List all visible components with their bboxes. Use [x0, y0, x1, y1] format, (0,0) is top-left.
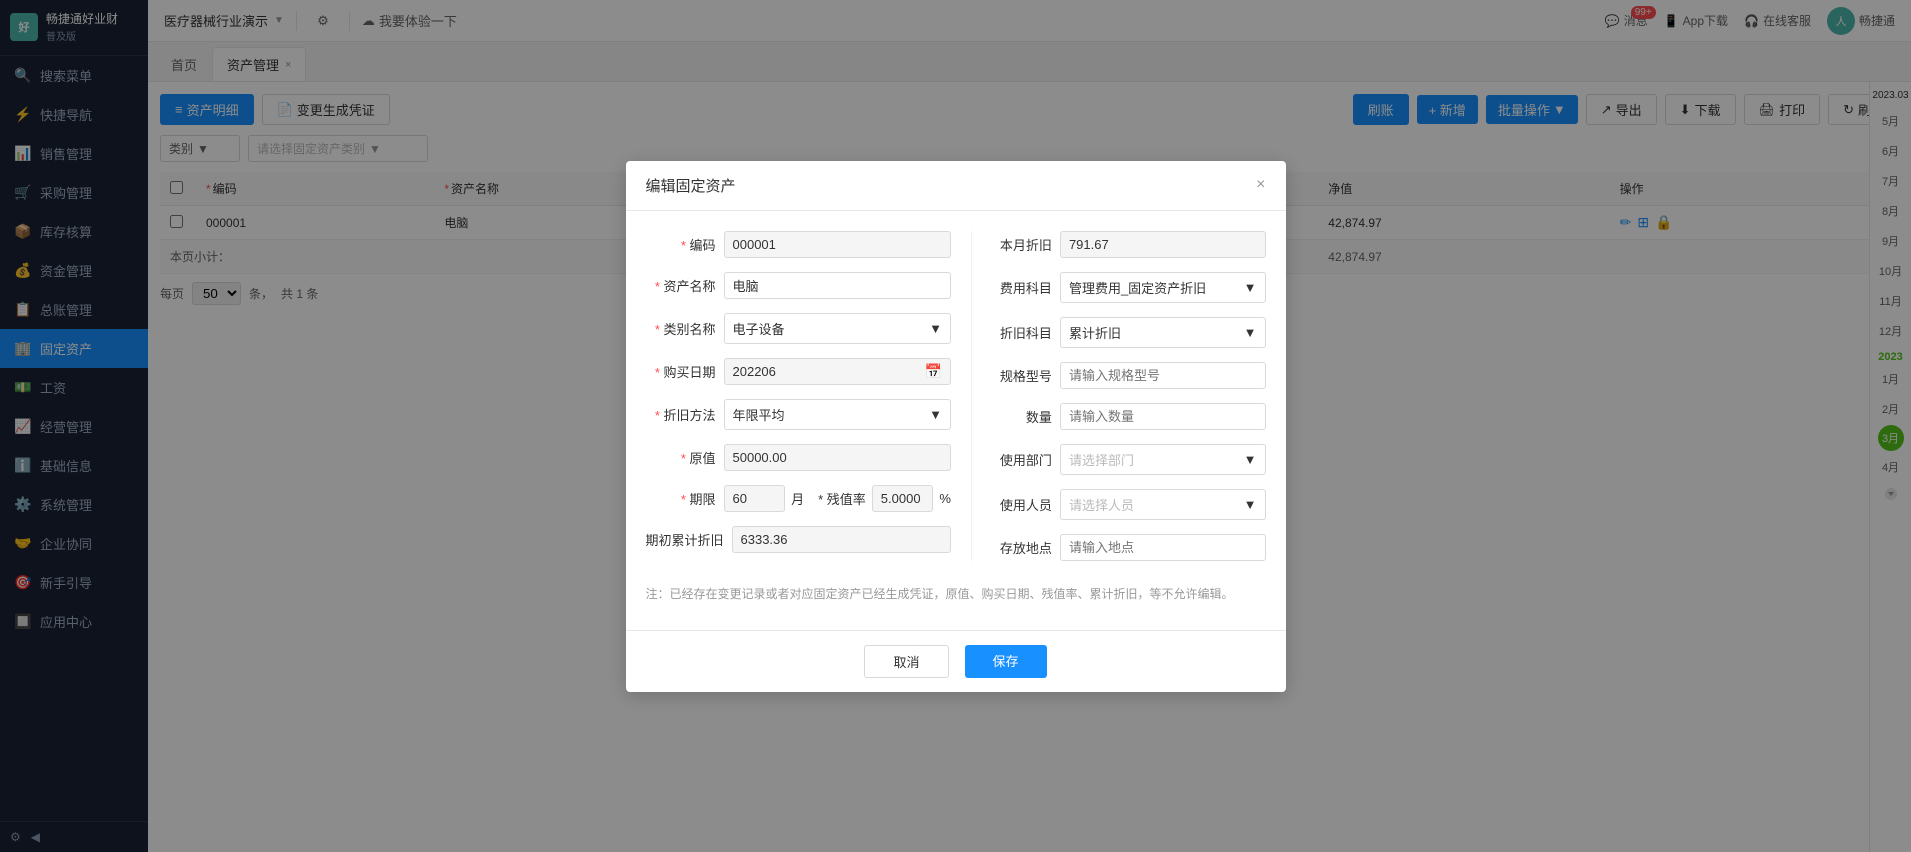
depreciation-method-dropdown[interactable]: 年限平均 ▼ [724, 399, 951, 430]
period-input[interactable] [724, 485, 786, 512]
dialog-footer: 取消 保存 [626, 630, 1286, 692]
purchase-date-label: 购买日期 [646, 362, 716, 381]
original-value-input[interactable] [724, 444, 951, 471]
depreciation-method-label: 折旧方法 [646, 405, 716, 424]
save-button[interactable]: 保存 [965, 645, 1047, 678]
edit-fixed-asset-dialog: 编辑固定资产 × 编码 资产名称 [626, 161, 1286, 692]
form-item-depreciation-subject: 折旧科目 累计折旧 ▼ [992, 317, 1266, 348]
initial-accumulated-input[interactable] [732, 526, 951, 553]
dialog-note: 注：已经存在变更记录或者对应固定资产已经生成凭证，原值、购买日期、残值率、累计折… [646, 577, 1266, 610]
person-dropdown[interactable]: 请选择人员 ▼ [1060, 489, 1266, 520]
form-item-person: 使用人员 请选择人员 ▼ [992, 489, 1266, 520]
form-item-purchase-date: 购买日期 📅 [646, 358, 951, 385]
form-item-original-value: 原值 [646, 444, 951, 471]
chevron-down-icon: ▼ [1244, 452, 1257, 467]
expense-subject-label: 费用科目 [992, 278, 1052, 297]
period-unit: 月 [791, 489, 804, 508]
quantity-label: 数量 [992, 407, 1052, 426]
period-row: 月 * 残值率 % [724, 485, 951, 512]
residual-rate-input[interactable] [872, 485, 934, 512]
current-month-dep-input[interactable] [1060, 231, 1266, 258]
dialog-left-column: 编码 资产名称 类别名称 电子设备 [646, 231, 972, 561]
name-label: 资产名称 [646, 276, 716, 295]
chevron-down-icon: ▼ [1244, 497, 1257, 512]
category-dropdown[interactable]: 电子设备 ▼ [724, 313, 951, 344]
form-item-expense-subject: 费用科目 管理费用_固定资产折旧 ▼ [992, 272, 1266, 303]
department-label: 使用部门 [992, 450, 1052, 469]
expense-subject-dropdown[interactable]: 管理费用_固定资产折旧 ▼ [1060, 272, 1266, 303]
calendar-icon[interactable]: 📅 [917, 363, 950, 380]
purchase-date-field: 📅 [724, 358, 951, 385]
dialog-body: 编码 资产名称 类别名称 电子设备 [626, 211, 1286, 630]
person-label: 使用人员 [992, 495, 1052, 514]
depreciation-subject-label: 折旧科目 [992, 323, 1052, 342]
period-label: 期限 [646, 489, 716, 508]
code-input[interactable] [724, 231, 951, 258]
form-item-initial-accumulated: 期初累计折旧 [646, 526, 951, 553]
form-item-depreciation-method: 折旧方法 年限平均 ▼ [646, 399, 951, 430]
location-input[interactable] [1060, 534, 1266, 561]
spec-label: 规格型号 [992, 366, 1052, 385]
quantity-input[interactable] [1060, 403, 1266, 430]
initial-accumulated-label: 期初累计折旧 [646, 530, 724, 549]
purchase-date-input[interactable] [725, 359, 917, 384]
form-item-department: 使用部门 请选择部门 ▼ [992, 444, 1266, 475]
current-month-dep-label: 本月折旧 [992, 235, 1052, 254]
name-input[interactable] [724, 272, 951, 299]
dialog-right-column: 本月折旧 费用科目 管理费用_固定资产折旧 ▼ [972, 231, 1266, 561]
form-item-code: 编码 [646, 231, 951, 258]
department-placeholder: 请选择部门 [1069, 450, 1134, 469]
form-item-current-month-dep: 本月折旧 [992, 231, 1266, 258]
chevron-down-icon: ▼ [1244, 280, 1257, 295]
residual-rate-label-inline: * 残值率 [818, 489, 866, 508]
residual-rate-unit: % [939, 491, 951, 506]
dialog-header: 编辑固定资产 × [626, 161, 1286, 211]
category-value: 电子设备 [733, 319, 785, 338]
code-label: 编码 [646, 235, 716, 254]
original-value-label: 原值 [646, 448, 716, 467]
form-item-category: 类别名称 电子设备 ▼ [646, 313, 951, 344]
depreciation-subject-dropdown[interactable]: 累计折旧 ▼ [1060, 317, 1266, 348]
spec-input[interactable] [1060, 362, 1266, 389]
dropdown-arrow-icon: ▼ [929, 321, 942, 336]
left-form-section: 编码 资产名称 类别名称 电子设备 [646, 231, 951, 553]
cancel-button[interactable]: 取消 [864, 645, 948, 678]
form-item-name: 资产名称 [646, 272, 951, 299]
form-item-spec: 规格型号 [992, 362, 1266, 389]
location-label: 存放地点 [992, 538, 1052, 557]
dialog-overlay: 编辑固定资产 × 编码 资产名称 [0, 0, 1911, 852]
form-item-location: 存放地点 [992, 534, 1266, 561]
right-form-section: 本月折旧 费用科目 管理费用_固定资产折旧 ▼ [992, 231, 1266, 561]
form-item-period: 期限 月 * 残值率 % [646, 485, 951, 512]
form-item-quantity: 数量 [992, 403, 1266, 430]
chevron-down-icon: ▼ [1244, 325, 1257, 340]
department-dropdown[interactable]: 请选择部门 ▼ [1060, 444, 1266, 475]
person-placeholder: 请选择人员 [1069, 495, 1134, 514]
dialog-title: 编辑固定资产 [646, 175, 736, 196]
dialog-close-button[interactable]: × [1256, 176, 1265, 194]
category-label: 类别名称 [646, 319, 716, 338]
chevron-down-icon: ▼ [929, 407, 942, 422]
